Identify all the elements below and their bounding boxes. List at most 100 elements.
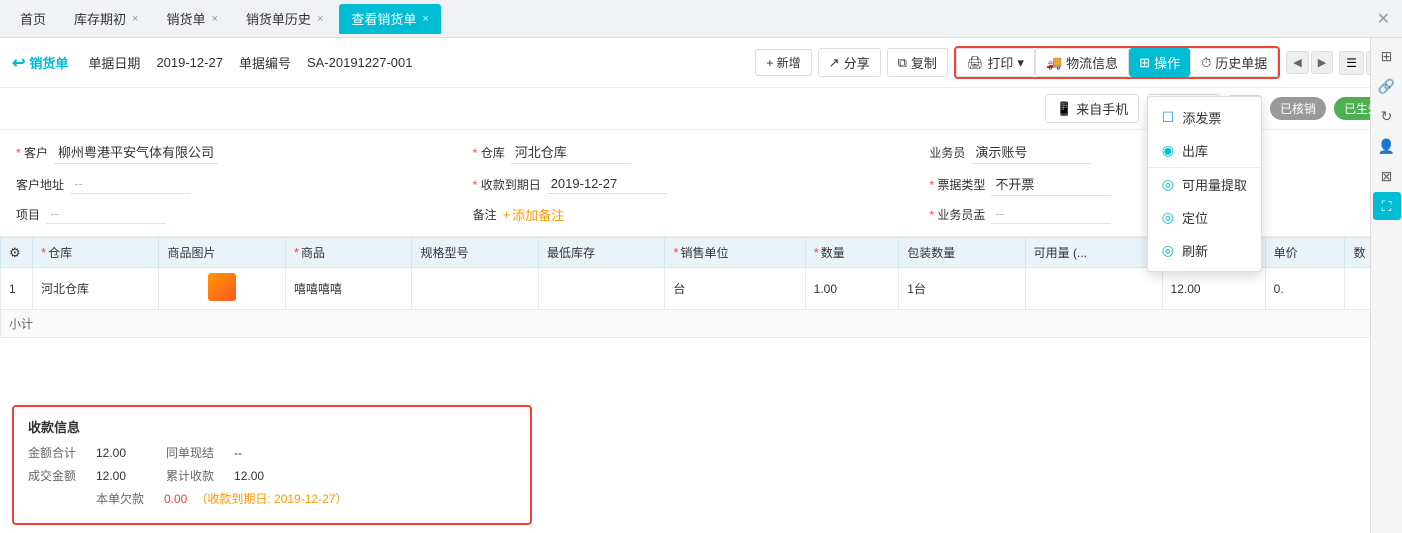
- doc-header: ↩ 销货单 单据日期 2019-12-27 单据编号 SA-20191227-0…: [0, 38, 1402, 88]
- available-qty-icon: ◎: [1162, 176, 1174, 193]
- print-button[interactable]: 🖨 打印 ▾: [956, 48, 1035, 77]
- transaction-amount-field: 成交金额 12.00: [28, 467, 126, 484]
- add-remark-button[interactable]: + 添加备注: [503, 205, 565, 224]
- close-sales-history[interactable]: ×: [317, 13, 323, 25]
- remark-label: 备注: [473, 206, 497, 223]
- th-min-stock: 最低库存: [538, 238, 664, 268]
- share-icon: ↗: [829, 55, 840, 71]
- payment-row-1: 金额合计 12.00 同单现结 --: [28, 444, 516, 461]
- date-label: 单据日期: [88, 53, 140, 72]
- sidebar-refresh-button[interactable]: ↻: [1373, 102, 1401, 130]
- sidebar-grid-button[interactable]: ⊞: [1373, 42, 1401, 70]
- number-value: SA-20191227-001: [307, 55, 413, 70]
- project-label: 项目: [16, 206, 40, 223]
- logistics-button[interactable]: 🚚 物流信息: [1035, 48, 1129, 77]
- doc-type-icon: ↩: [12, 53, 25, 73]
- amount-total-label: 金额合计: [28, 444, 88, 461]
- cumulative-receipt-field: 累计收款 12.00: [166, 467, 264, 484]
- doc-actions: + 新增 ↗ 分享 ⧉ 复制 🖨 打印 ▾ 🚚 物流信息: [755, 46, 1390, 79]
- th-unit: *销售单位: [665, 238, 805, 268]
- th-settings[interactable]: ⚙: [1, 238, 33, 268]
- dropdown-outbound[interactable]: ◉ 出库: [1148, 134, 1261, 167]
- amount-total-value: 12.00: [96, 446, 126, 460]
- address-field: 客户地址 --: [16, 174, 473, 194]
- table-subtotal-row: 小计: [1, 310, 1402, 338]
- td-product: 嘻嘻嘻嘻: [285, 268, 411, 310]
- same-order-label: 同单现结: [166, 444, 226, 461]
- td-num: 1: [1, 268, 33, 310]
- th-pack-qty: 包装数量: [899, 238, 1025, 268]
- tab-inventory-init[interactable]: 库存期初 ×: [62, 4, 150, 34]
- operations-icon: ⊞: [1139, 55, 1150, 71]
- from-phone-button[interactable]: 📱 来自手机: [1045, 94, 1139, 123]
- print-dropdown-arrow: ▾: [1017, 55, 1024, 71]
- global-close-button[interactable]: ✕: [1377, 9, 1390, 29]
- tab-bar: 首页 库存期初 × 销货单 × 销货单历史 × 查看销货单 × ✕: [0, 0, 1402, 38]
- customer-label: 客户: [16, 144, 48, 161]
- customer-field: 客户 柳州粤港平安气体有限公司: [16, 140, 473, 164]
- share-button[interactable]: ↗ 分享: [818, 48, 881, 77]
- view-list-button[interactable]: ☰: [1339, 51, 1364, 75]
- remark-field: 备注 + 添加备注: [473, 205, 930, 224]
- td-subtotal: 小计: [1, 310, 1402, 338]
- sidebar-user-button[interactable]: 👤: [1373, 132, 1401, 160]
- tab-sales-order[interactable]: 销货单 ×: [154, 4, 229, 34]
- dropdown-refresh[interactable]: ◎ 刷新: [1148, 234, 1261, 267]
- operations-button[interactable]: ⊞ 操作: [1129, 48, 1190, 77]
- close-sales-order[interactable]: ×: [211, 13, 217, 25]
- payment-row-3: 本单欠款 0.00 （收款到期日: 2019-12-27）: [28, 490, 516, 507]
- th-qty: *数量: [805, 238, 899, 268]
- product-image: [208, 273, 236, 301]
- current-due-field: 本单欠款 0.00 （收款到期日: 2019-12-27）: [96, 490, 347, 507]
- outbound-icon: ◉: [1162, 142, 1174, 159]
- project-value: --: [46, 204, 166, 224]
- history-button[interactable]: ⏱ 历史单据: [1190, 48, 1278, 77]
- operations-dropdown: ☐ 添发票 ◉ 出库 ◎ 可用量提取 ◎ 定位 ◎ 刷新: [1147, 96, 1262, 272]
- doc-type: ↩ 销货单: [12, 53, 68, 73]
- th-spec: 规格型号: [412, 238, 538, 268]
- employee-value: 演示账号: [971, 140, 1091, 164]
- tab-sales-history[interactable]: 销货单历史 ×: [234, 4, 335, 34]
- td-pack-qty: 1台: [899, 268, 1025, 310]
- doc-type-label-text: 销货单: [29, 53, 68, 72]
- same-order-field: 同单现结 --: [166, 444, 242, 461]
- refresh-label: 刷新: [1182, 241, 1208, 260]
- nav-arrows: ◀ ▶: [1286, 51, 1333, 74]
- right-sidebar: ⊞ 🔗 ↻ 👤 ⊠ ⛶: [1370, 38, 1402, 533]
- sales-rep-label: 业务员盂: [929, 206, 985, 223]
- transaction-amount-label: 成交金额: [28, 467, 88, 484]
- dropdown-locate[interactable]: ◎ 定位: [1148, 201, 1261, 234]
- prev-button[interactable]: ◀: [1286, 51, 1308, 74]
- dropdown-add-invoice[interactable]: ☐ 添发票: [1148, 101, 1261, 134]
- sidebar-table-button[interactable]: ⊠: [1373, 162, 1401, 190]
- close-inventory-init[interactable]: ×: [132, 13, 138, 25]
- payment-row-2: 成交金额 12.00 累计收款 12.00: [28, 467, 516, 484]
- next-button[interactable]: ▶: [1311, 51, 1333, 74]
- th-available: 可用量 (...: [1025, 238, 1162, 268]
- payment-date-label: 收款到期日: [473, 176, 541, 193]
- copy-button[interactable]: ⧉ 复制: [887, 48, 948, 77]
- current-due-value: 0.00: [164, 492, 187, 506]
- refresh-icon: ◎: [1162, 242, 1174, 259]
- sidebar-expand-button[interactable]: ⛶: [1373, 192, 1401, 220]
- th-warehouse: *仓库: [33, 238, 159, 268]
- payment-title: 收款信息: [28, 417, 516, 436]
- warehouse-value: 河北仓库: [511, 140, 631, 164]
- address-value: --: [70, 174, 190, 194]
- available-qty-label: 可用量提取: [1182, 175, 1247, 194]
- cumulative-receipt-value: 12.00: [234, 469, 264, 483]
- payment-date-value: 2019-12-27: [547, 174, 667, 194]
- tab-view-sales[interactable]: 查看销货单 ×: [339, 4, 440, 34]
- customer-value: 柳州粤港平安气体有限公司: [54, 140, 218, 164]
- number-label: 单据编号: [239, 53, 291, 72]
- settings-icon: ⚙: [9, 245, 21, 260]
- ticket-type-label: 票据类型: [929, 176, 985, 193]
- sidebar-link-button[interactable]: 🔗: [1373, 72, 1401, 100]
- close-view-sales[interactable]: ×: [422, 13, 428, 25]
- date-value: 2019-12-27: [156, 55, 223, 70]
- address-label: 客户地址: [16, 176, 64, 193]
- amount-total-field: 金额合计 12.00: [28, 444, 126, 461]
- new-button[interactable]: + 新增: [755, 49, 811, 76]
- dropdown-available-qty[interactable]: ◎ 可用量提取: [1148, 167, 1261, 201]
- tab-home[interactable]: 首页: [8, 4, 58, 34]
